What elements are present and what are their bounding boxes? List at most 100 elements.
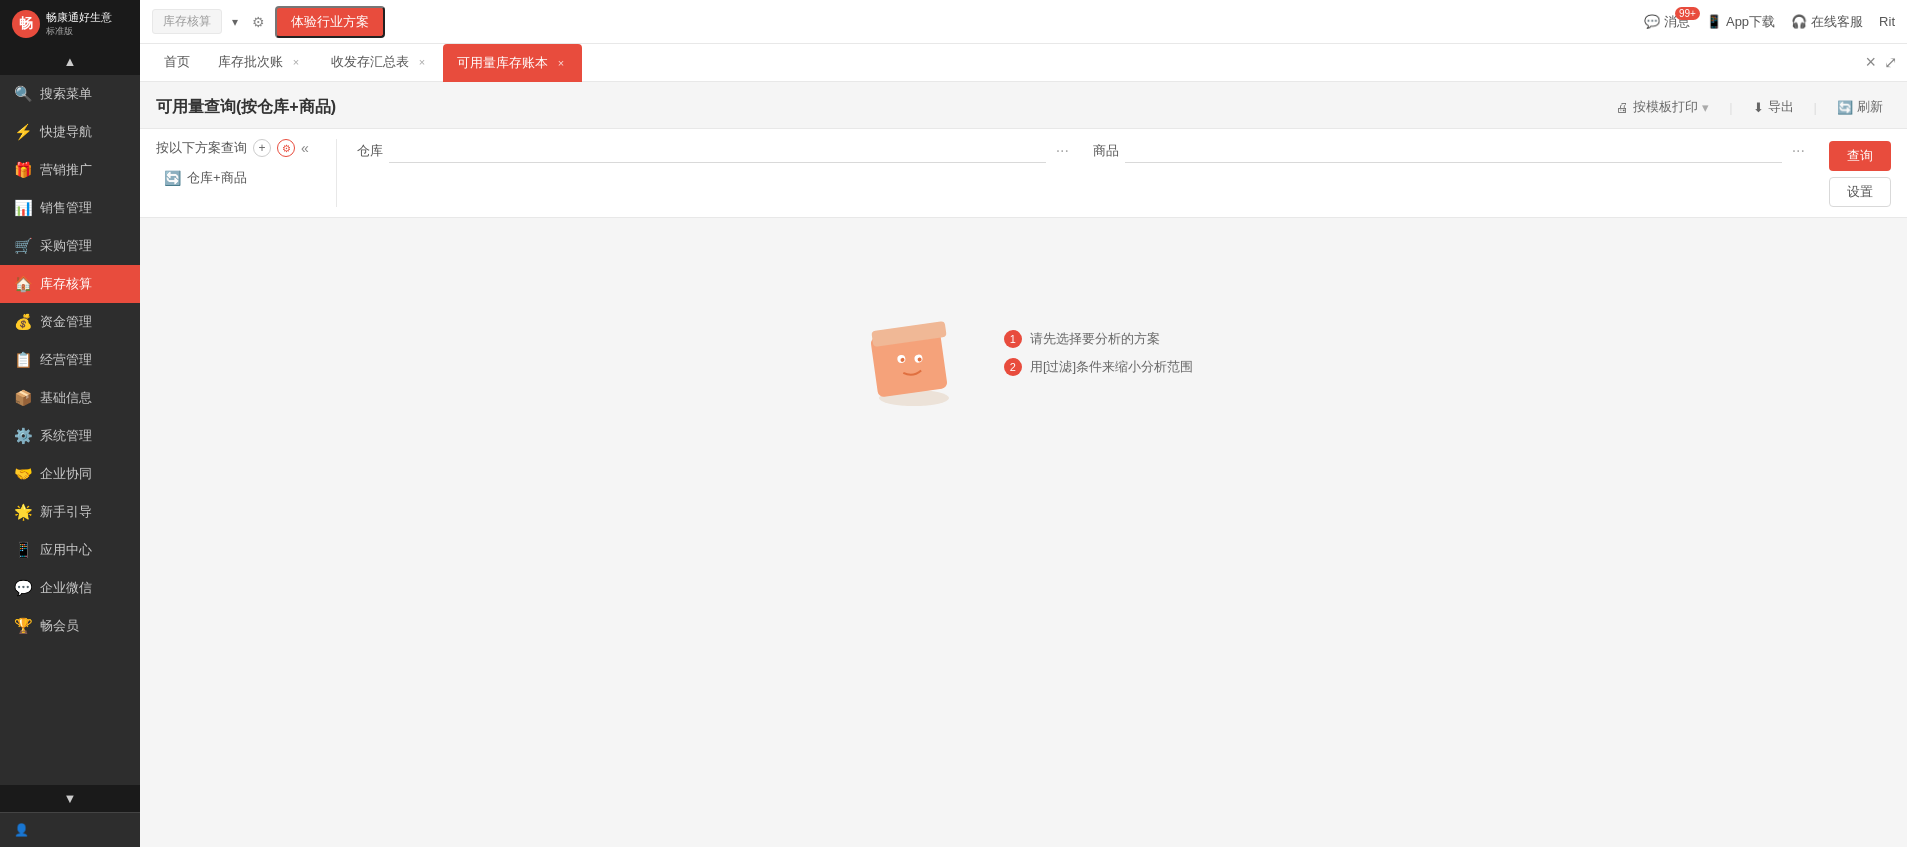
filter-area: 按以下方案查询 + ⚙ « 🔄 仓库+商品 仓库 ··· 商品: [140, 129, 1907, 218]
sidebar-item-sales[interactable]: 📊 销售管理: [0, 189, 140, 227]
empty-tip-1: 1 请先选择要分析的方案: [1004, 330, 1193, 348]
phone-icon: 📱: [1706, 14, 1722, 29]
empty-state: 1 请先选择要分析的方案 2 用[过滤]条件来缩小分析范围: [140, 218, 1907, 498]
sidebar-logo: 畅 畅康通好生意 标准版: [0, 0, 140, 48]
sidebar-item-inventory[interactable]: 🏠 库存核算: [0, 265, 140, 303]
export-label: 导出: [1768, 98, 1794, 116]
sidebar-item-finance[interactable]: 💰 资金管理: [0, 303, 140, 341]
sidebar-item-enterprise[interactable]: 🤝 企业协同: [0, 455, 140, 493]
finance-icon: 💰: [14, 313, 32, 331]
empty-svg-icon: [854, 298, 974, 418]
tab-batch-close[interactable]: ×: [289, 55, 303, 69]
sidebar-item-label: 系统管理: [40, 427, 92, 445]
tab-expand-icon[interactable]: ⤢: [1884, 53, 1897, 72]
breadcrumb-dropdown[interactable]: ▾: [232, 15, 238, 29]
tab-batch[interactable]: 库存批次账 ×: [204, 44, 317, 82]
headset-icon: 🎧: [1791, 14, 1807, 29]
logo-subtitle: 标准版: [46, 25, 112, 38]
message-btn[interactable]: 💬 消息 99+: [1644, 13, 1690, 31]
enterprise-icon: 🤝: [14, 465, 32, 483]
filter-schemes: 按以下方案查询 + ⚙ « 🔄 仓库+商品: [156, 139, 316, 191]
user-label: Rit: [1879, 14, 1895, 29]
sidebar-item-marketing[interactable]: 🎁 营销推广: [0, 151, 140, 189]
page-title: 可用量查询(按仓库+商品): [156, 97, 336, 118]
sidebar-nav: 🔍 搜索菜单 ⚡ 快捷导航 🎁 营销推广 📊 销售管理 🛒 采购管理 🏠 库存核…: [0, 75, 140, 785]
wechat-icon: 💬: [14, 579, 32, 597]
print-btn[interactable]: 🖨 按模板打印 ▾: [1608, 94, 1717, 120]
top-bar-right: 💬 消息 99+ 📱 App下载 🎧 在线客服 Rit: [1644, 13, 1895, 31]
sidebar-item-member[interactable]: 🏆 畅会员: [0, 607, 140, 645]
scroll-down-btn[interactable]: ▼: [0, 785, 140, 812]
sidebar-item-basic[interactable]: 📦 基础信息: [0, 379, 140, 417]
tip-number-1: 1: [1004, 330, 1022, 348]
print-label: 按模板打印: [1633, 98, 1698, 116]
scheme-settings-btn[interactable]: ⚙: [277, 139, 295, 157]
tab-close-icon[interactable]: ×: [1865, 52, 1876, 73]
sidebar-item-label: 营销推广: [40, 161, 92, 179]
empty-text: 1 请先选择要分析的方案 2 用[过滤]条件来缩小分析范围: [1004, 330, 1193, 386]
sidebar-item-system[interactable]: ⚙️ 系统管理: [0, 417, 140, 455]
tab-summary-close[interactable]: ×: [415, 55, 429, 69]
tab-batch-label: 库存批次账: [218, 53, 283, 71]
sidebar-item-purchase[interactable]: 🛒 采购管理: [0, 227, 140, 265]
empty-illustration: [854, 298, 974, 418]
refresh-label: 刷新: [1857, 98, 1883, 116]
filter-separator: [336, 139, 337, 207]
tab-bar-right: × ⤢: [1865, 52, 1897, 73]
export-btn[interactable]: ⬇ 导出: [1745, 94, 1802, 120]
gear-icon[interactable]: ⚙: [252, 14, 265, 30]
filter-actions: 查询 设置: [1829, 139, 1891, 207]
product-more-btn[interactable]: ···: [1788, 142, 1809, 160]
sidebar-item-label: 快捷导航: [40, 123, 92, 141]
tab-bar: 首页 库存批次账 × 收发存汇总表 × 可用量库存账本 × × ⤢: [140, 44, 1907, 82]
settings-button[interactable]: 设置: [1829, 177, 1891, 207]
sidebar-item-search[interactable]: 🔍 搜索菜单: [0, 75, 140, 113]
tab-available-close[interactable]: ×: [554, 56, 568, 70]
warehouse-input[interactable]: [389, 139, 1046, 163]
app-download-btn[interactable]: 📱 App下载: [1706, 13, 1775, 31]
print-icon: 🖨: [1616, 100, 1629, 115]
sidebar-item-wechat[interactable]: 💬 企业微信: [0, 569, 140, 607]
sidebar-item-label: 库存核算: [40, 275, 92, 293]
filter-scheme-item[interactable]: 🔄 仓库+商品: [156, 165, 316, 191]
query-button[interactable]: 查询: [1829, 141, 1891, 171]
scroll-up-btn[interactable]: ▲: [0, 48, 140, 75]
industry-btn[interactable]: 体验行业方案: [275, 6, 385, 38]
main-area: 库存核算 ▾ ⚙ 体验行业方案 💬 消息 99+ 📱 App下载 🎧 在线客服 …: [140, 0, 1907, 847]
appstore-icon: 📱: [14, 541, 32, 559]
basic-icon: 📦: [14, 389, 32, 407]
tab-summary[interactable]: 收发存汇总表 ×: [317, 44, 443, 82]
sidebar-item-label: 企业协同: [40, 465, 92, 483]
sidebar-item-label: 搜索菜单: [40, 85, 92, 103]
member-icon: 🏆: [14, 617, 32, 635]
sidebar-item-label: 采购管理: [40, 237, 92, 255]
add-scheme-btn[interactable]: +: [253, 139, 271, 157]
user-info[interactable]: Rit: [1879, 14, 1895, 29]
sidebar-item-newbie[interactable]: 🌟 新手引导: [0, 493, 140, 531]
sidebar-item-label: 应用中心: [40, 541, 92, 559]
warehouse-more-btn[interactable]: ···: [1052, 142, 1073, 160]
operation-icon: 📋: [14, 351, 32, 369]
content-area: 可用量查询(按仓库+商品) 🖨 按模板打印 ▾ | ⬇ 导出 | 🔄 刷新: [140, 82, 1907, 847]
filter-scheme-header: 按以下方案查询 + ⚙ «: [156, 139, 316, 157]
sidebar-item-label: 企业微信: [40, 579, 92, 597]
sidebar-item-label: 新手引导: [40, 503, 92, 521]
online-service-label: 在线客服: [1811, 13, 1863, 31]
tab-home[interactable]: 首页: [150, 44, 204, 82]
sidebar-scroll-up[interactable]: ▲: [0, 48, 140, 75]
refresh-btn[interactable]: 🔄 刷新: [1829, 94, 1891, 120]
print-dropdown-icon[interactable]: ▾: [1702, 100, 1709, 115]
sidebar-item-label: 畅会员: [40, 617, 79, 635]
sidebar-item-operation[interactable]: 📋 经营管理: [0, 341, 140, 379]
marketing-icon: 🎁: [14, 161, 32, 179]
tab-available[interactable]: 可用量库存账本 ×: [443, 44, 582, 82]
sidebar-item-appstore[interactable]: 📱 应用中心: [0, 531, 140, 569]
breadcrumb: 库存核算: [152, 9, 222, 34]
product-input[interactable]: [1125, 139, 1782, 163]
sidebar-user[interactable]: 👤: [0, 812, 140, 847]
sidebar-item-shortcut[interactable]: ⚡ 快捷导航: [0, 113, 140, 151]
empty-state-inner: 1 请先选择要分析的方案 2 用[过滤]条件来缩小分析范围: [854, 298, 1193, 418]
collapse-btn[interactable]: «: [301, 140, 309, 156]
divider: |: [1729, 100, 1732, 115]
online-service-btn[interactable]: 🎧 在线客服: [1791, 13, 1863, 31]
